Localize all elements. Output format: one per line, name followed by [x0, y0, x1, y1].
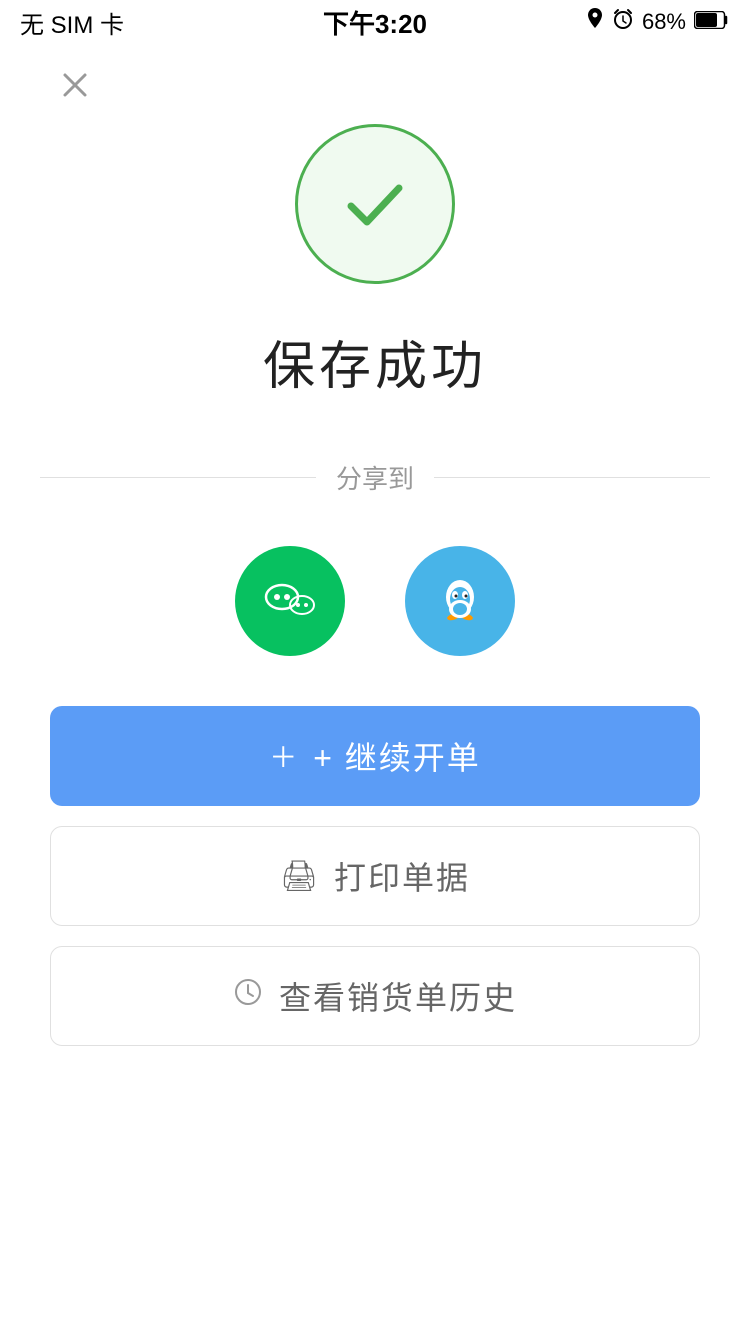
share-section: 分享到: [0, 459, 750, 656]
printer-icon: 🖨: [280, 859, 318, 894]
divider-left: [40, 477, 316, 478]
qq-share-button[interactable]: [405, 546, 515, 656]
wechat-share-button[interactable]: [235, 546, 345, 656]
status-bar: 无 SIM 卡 下午3:20 68%: [0, 0, 750, 44]
share-divider: 分享到: [40, 459, 710, 496]
divider-right: [434, 477, 710, 478]
clock-icon: [233, 977, 263, 1015]
history-button[interactable]: 查看销货单历史: [50, 946, 700, 1046]
success-title: 保存成功: [263, 324, 487, 399]
main-content: 保存成功 分享到: [0, 44, 750, 1046]
action-buttons: ＋ + 继续开单 🖨 打印单据 查看销货单历史: [0, 706, 750, 1046]
status-left: 无 SIM 卡: [20, 5, 132, 40]
close-button[interactable]: [50, 60, 100, 110]
status-right: 68%: [586, 8, 730, 36]
print-button[interactable]: 🖨 打印单据: [50, 826, 700, 926]
battery-label: 68%: [642, 9, 686, 35]
alarm-icon: [612, 8, 634, 36]
status-time: 下午3:20: [323, 4, 427, 41]
carrier-label: 无 SIM 卡: [20, 5, 124, 40]
plus-icon: ＋: [269, 736, 297, 776]
share-label: 分享到: [336, 459, 414, 496]
share-icons: [40, 546, 710, 656]
battery-icon: [694, 9, 730, 35]
success-circle: [295, 124, 455, 284]
continue-label: + 继续开单: [313, 733, 481, 779]
location-icon: [586, 8, 604, 36]
print-label: 打印单据: [334, 853, 470, 899]
history-label: 查看销货单历史: [279, 973, 517, 1019]
continue-button[interactable]: ＋ + 继续开单: [50, 706, 700, 806]
